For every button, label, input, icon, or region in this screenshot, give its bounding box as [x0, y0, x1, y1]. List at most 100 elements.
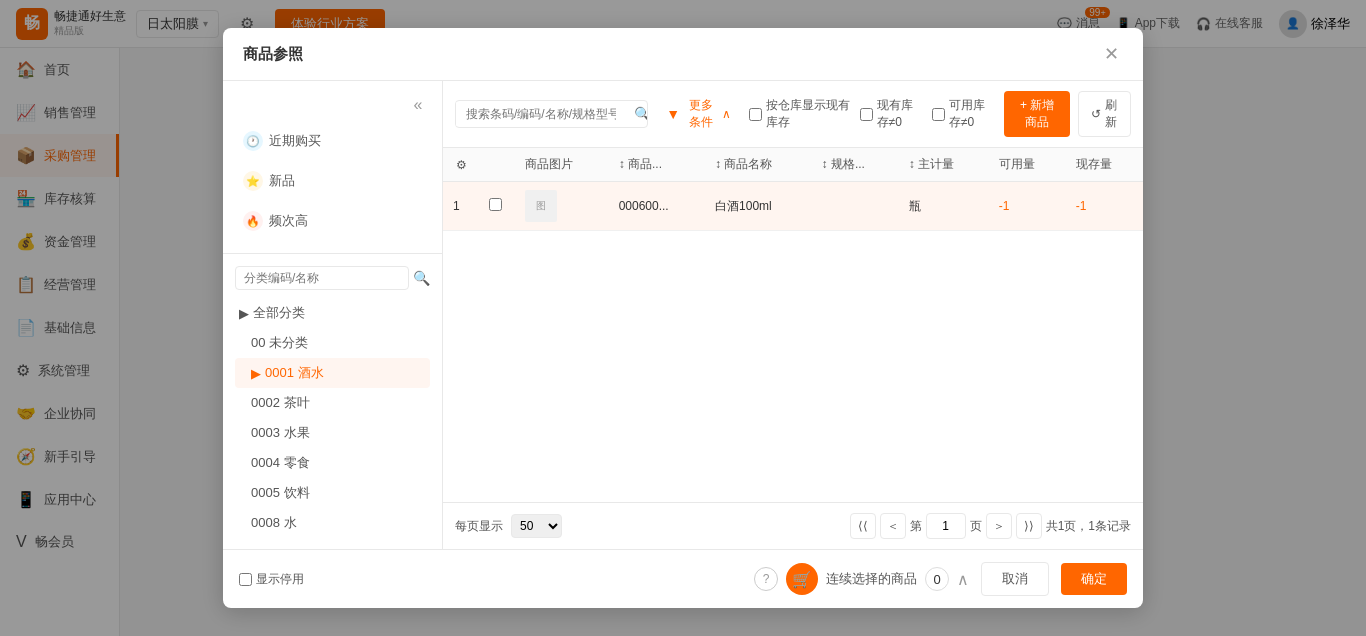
- recent-label: 近期购买: [269, 132, 321, 150]
- modal-toolbar: 🔍 ▼ 更多条件 ∧ 按仓库显示现有库存 现有库存≠0: [443, 81, 1143, 148]
- help-button[interactable]: ?: [754, 567, 778, 591]
- row-checkbox[interactable]: [489, 198, 502, 211]
- category-item-0002[interactable]: 0002 茶叶: [235, 388, 430, 418]
- confirm-button[interactable]: 确定: [1061, 563, 1127, 595]
- refresh-label: 刷新: [1105, 97, 1118, 131]
- warehouse-stock-checkbox-label[interactable]: 按仓库显示现有库存: [749, 97, 852, 131]
- cart-area: ? 🛒 连续选择的商品 0 ∧: [754, 563, 969, 595]
- cat-arrow-0001: ▶: [251, 366, 261, 381]
- row-check[interactable]: [479, 182, 515, 231]
- row-seq: 1: [443, 182, 479, 231]
- display-disabled-text: 显示停用: [256, 571, 304, 588]
- row-code: 000600...: [609, 182, 705, 231]
- modal-body: « 🕐 近期购买 ⭐ 新品 🔥 频次高: [223, 81, 1143, 549]
- product-search-button[interactable]: 🔍: [626, 101, 648, 127]
- category-all-label: 全部分类: [253, 304, 305, 322]
- current-stock-checkbox[interactable]: [860, 108, 873, 121]
- page-prev-button[interactable]: ＜: [880, 513, 906, 539]
- page-number-input[interactable]: [926, 513, 966, 539]
- category-label-0005: 0005 饮料: [251, 484, 310, 502]
- page-size-select[interactable]: 50 10 20 100: [511, 514, 562, 538]
- frequent-item[interactable]: 🔥 频次高: [235, 205, 430, 237]
- category-search-button[interactable]: 🔍: [413, 270, 430, 286]
- page-size-label: 每页显示: [455, 518, 503, 535]
- recent-purchase-item[interactable]: 🕐 近期购买: [235, 125, 430, 157]
- category-tree: ▶ 全部分类 00 未分类 ▶ 0001 酒水 0002 茶叶 0003 水果: [223, 298, 442, 537]
- modal-header: 商品参照 ✕: [223, 28, 1143, 81]
- category-item-0004[interactable]: 0004 零食: [235, 448, 430, 478]
- display-disabled-label[interactable]: 显示停用: [239, 571, 304, 588]
- col-settings[interactable]: ⚙: [443, 148, 479, 182]
- col-image: 商品图片: [515, 148, 609, 182]
- product-search-input[interactable]: [456, 102, 626, 126]
- more-filter-button[interactable]: ▼ 更多条件 ∧: [656, 92, 741, 136]
- modal-close-button[interactable]: ✕: [1099, 42, 1123, 66]
- add-product-button[interactable]: + 新增商品: [1004, 91, 1070, 137]
- new-product-item[interactable]: ⭐ 新品: [235, 165, 430, 197]
- category-all[interactable]: ▶ 全部分类: [235, 298, 430, 328]
- cart-label: 连续选择的商品: [826, 570, 917, 588]
- collapse-left-button[interactable]: «: [406, 93, 430, 117]
- col-available: 可用量: [989, 148, 1066, 182]
- category-label-0001: 0001 酒水: [265, 364, 324, 382]
- col-spec[interactable]: ↕ 规格...: [812, 148, 899, 182]
- row-image: 图: [515, 182, 609, 231]
- category-item-0003[interactable]: 0003 水果: [235, 418, 430, 448]
- product-search-box: 🔍: [455, 100, 648, 128]
- category-item-0005[interactable]: 0005 饮料: [235, 478, 430, 508]
- cancel-button[interactable]: 取消: [981, 562, 1049, 596]
- frequent-label: 频次高: [269, 212, 308, 230]
- product-table-container[interactable]: ⚙ 商品图片 ↕ 商品... ↕ 商品名称 ↕ 规格..: [443, 148, 1143, 502]
- category-search-area: 🔍: [223, 258, 442, 298]
- modal-title: 商品参照: [243, 45, 303, 64]
- all-arrow-icon: ▶: [239, 306, 249, 321]
- pagination-bar: 每页显示 50 10 20 100 ⟨⟨ ＜ 第 页 ＞ ⟩⟩: [443, 502, 1143, 549]
- col-code[interactable]: ↕ 商品...: [609, 148, 705, 182]
- col-stock: 现存量: [1066, 148, 1143, 182]
- category-label-0004: 0004 零食: [251, 454, 310, 472]
- page-first-button[interactable]: ⟨⟨: [850, 513, 876, 539]
- filter-icon: ▼: [666, 106, 680, 122]
- category-search-input[interactable]: [235, 266, 409, 290]
- divider-1: [223, 253, 442, 254]
- col-unit[interactable]: ↕ 主计量: [899, 148, 989, 182]
- new-icon: ⭐: [243, 171, 263, 191]
- page-last-button[interactable]: ⟩⟩: [1016, 513, 1042, 539]
- page-nav: ⟨⟨ ＜ 第 页 ＞ ⟩⟩ 共1页，1条记录: [850, 513, 1131, 539]
- current-stock-label: 现有库存≠0: [877, 97, 924, 131]
- modal-left-top: « 🕐 近期购买 ⭐ 新品 🔥 频次高: [223, 93, 442, 249]
- filter-label: 更多条件: [684, 97, 718, 131]
- page-label: 第: [910, 518, 922, 535]
- filter-arrow-icon: ∧: [722, 107, 731, 121]
- table-row[interactable]: 1 图 000600... 白酒100ml 瓶: [443, 182, 1143, 231]
- collapse-cart-button[interactable]: ∧: [957, 570, 969, 589]
- category-item-0008[interactable]: 0008 水: [235, 508, 430, 537]
- warehouse-stock-checkbox[interactable]: [749, 108, 762, 121]
- cart-count: 0: [925, 567, 949, 591]
- row-spec: [812, 182, 899, 231]
- category-label-0008: 0008 水: [251, 514, 297, 532]
- category-item-0001[interactable]: ▶ 0001 酒水: [235, 358, 430, 388]
- available-stock-checkbox[interactable]: [932, 108, 945, 121]
- new-label: 新品: [269, 172, 295, 190]
- category-label-0003: 0003 水果: [251, 424, 310, 442]
- row-available: -1: [989, 182, 1066, 231]
- warehouse-stock-label: 按仓库显示现有库存: [766, 97, 852, 131]
- help-icon: ?: [763, 572, 770, 586]
- display-disabled-checkbox[interactable]: [239, 573, 252, 586]
- page-next-button[interactable]: ＞: [986, 513, 1012, 539]
- cart-button[interactable]: 🛒: [786, 563, 818, 595]
- category-label-0002: 0002 茶叶: [251, 394, 310, 412]
- col-name[interactable]: ↕ 商品名称: [705, 148, 811, 182]
- page-total: 共1页，1条记录: [1046, 518, 1131, 535]
- product-thumbnail: 图: [525, 190, 557, 222]
- page-label2: 页: [970, 518, 982, 535]
- available-stock-checkbox-label[interactable]: 可用库存≠0: [932, 97, 996, 131]
- current-stock-checkbox-label[interactable]: 现有库存≠0: [860, 97, 924, 131]
- frequent-icon: 🔥: [243, 211, 263, 231]
- modal-left-panel: « 🕐 近期购买 ⭐ 新品 🔥 频次高: [223, 81, 443, 549]
- modal-footer: 显示停用 ? 🛒 连续选择的商品 0 ∧ 取消 确定: [223, 549, 1143, 608]
- category-item-00[interactable]: 00 未分类: [235, 328, 430, 358]
- refresh-button[interactable]: ↺ 刷新: [1078, 91, 1131, 137]
- col-check: [479, 148, 515, 182]
